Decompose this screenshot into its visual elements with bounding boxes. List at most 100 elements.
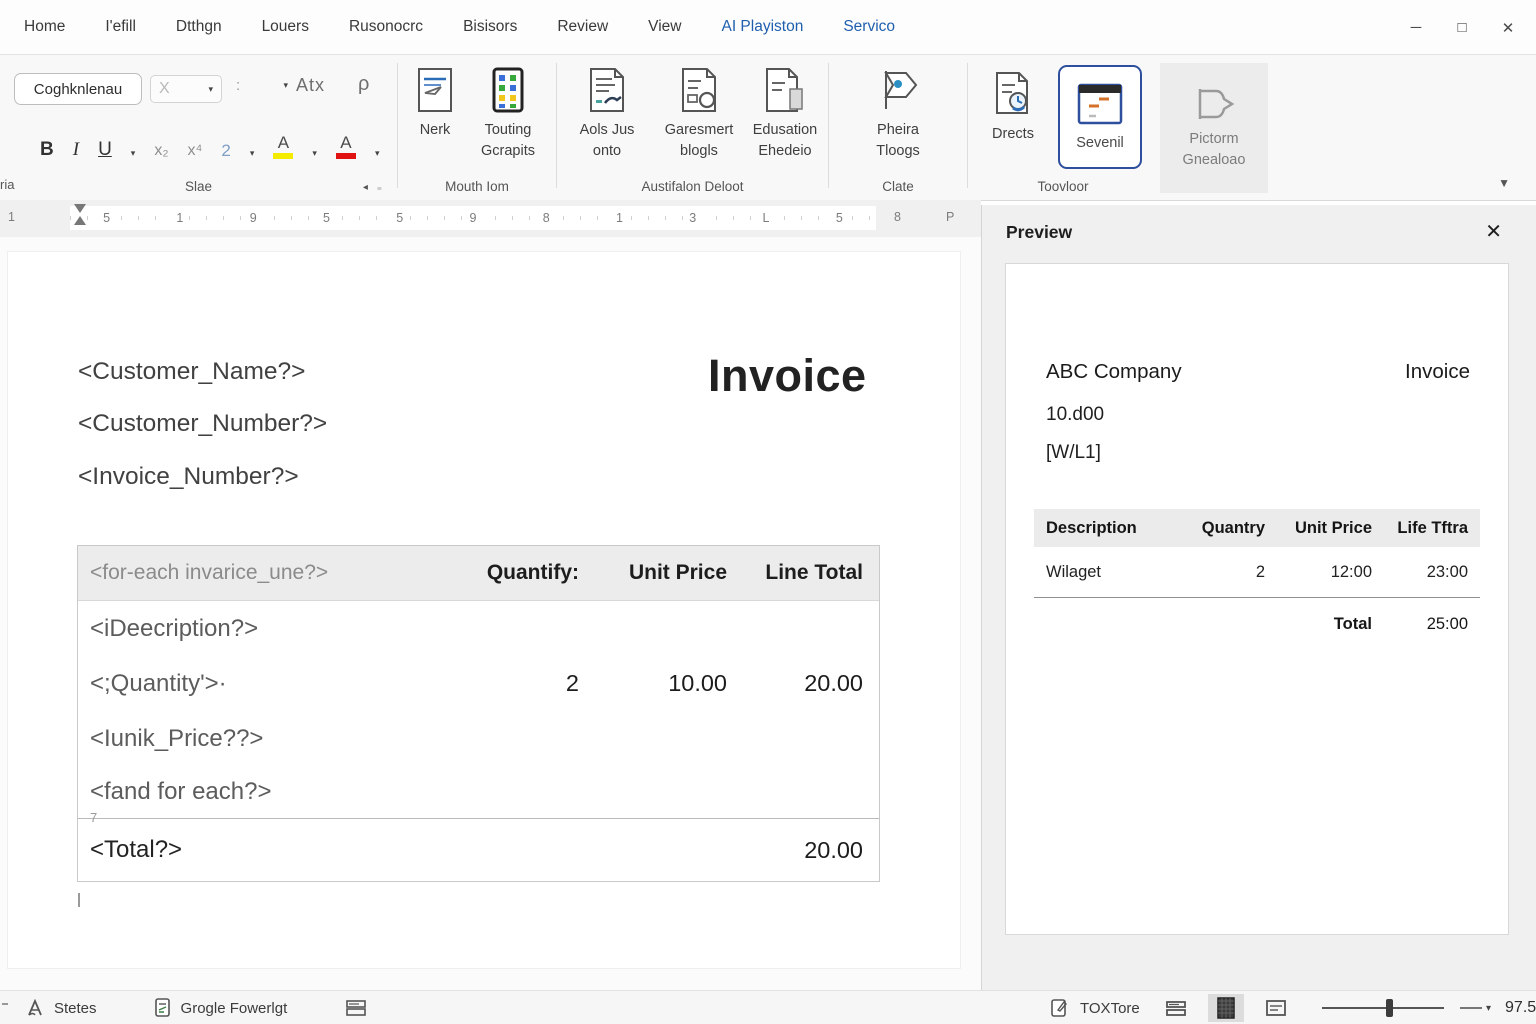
clear-format-button[interactable]: ρ xyxy=(358,73,369,96)
spacing-combo[interactable]: : ▾ xyxy=(236,77,288,94)
font-size-glyph: X xyxy=(159,80,170,97)
garesmert-blogls-button[interactable]: Garesmert blogls xyxy=(653,67,745,162)
highlight-chevron-icon[interactable]: ▾ xyxy=(312,148,317,159)
document-box-icon xyxy=(763,67,807,113)
change-case-button[interactable]: Atx xyxy=(296,75,325,96)
menu-view[interactable]: View xyxy=(648,18,681,36)
nerk-button[interactable]: Nerk xyxy=(400,67,470,141)
nerk-label: Nerk xyxy=(419,122,451,138)
underline-button[interactable]: U xyxy=(98,140,112,159)
font-color-chevron-icon[interactable]: ▾ xyxy=(375,148,380,159)
subscript-button[interactable]: x⁴ xyxy=(188,143,203,159)
menu-ai-playiston[interactable]: AI Playiston xyxy=(721,18,803,36)
maximize-button[interactable]: □ xyxy=(1452,19,1472,36)
ribbon: ria Coghknlenau X ▾ : ▾ Atx ρ B I U ▾ x₂… xyxy=(0,55,1536,201)
italic-button[interactable]: I xyxy=(73,140,79,159)
status-language-button[interactable]: Grogle Fowerlgt xyxy=(153,998,288,1018)
status-language-label: Grogle Fowerlgt xyxy=(180,999,288,1017)
status-toxtore-label: TOXTore xyxy=(1080,999,1140,1017)
close-button[interactable]: ✕ xyxy=(1498,19,1518,37)
font-color-letter: A xyxy=(340,133,352,152)
touting-gcrapits-button[interactable]: Touting Gcrapits xyxy=(464,67,552,162)
preview-panel: Preview ✕ ABC Company Invoice 10.d00 [W/… xyxy=(982,205,1536,990)
font-name-combo[interactable]: Coghknlenau xyxy=(14,73,142,105)
document-page[interactable]: <Customer_Name?> Invoice <Customer_Numbe… xyxy=(8,252,960,968)
menu-review[interactable]: Review xyxy=(557,18,608,36)
highlight-color-bar xyxy=(273,153,294,159)
menu-design[interactable]: Dtthgn xyxy=(176,18,222,36)
nerk-icon xyxy=(415,67,455,113)
zoom-value: 97.5 xyxy=(1505,999,1536,1016)
preview-line-2: 10.d00 xyxy=(1046,404,1105,425)
banner-arrow-icon xyxy=(1192,85,1236,123)
zoom-control: ▾ 97.5 xyxy=(1322,991,1536,1024)
zoom-dash xyxy=(1460,1007,1482,1009)
pictorm-gnealoao-label: Pictorm Gnealoao xyxy=(1182,130,1246,168)
sevenil-button-selected[interactable]: Sevenil xyxy=(1058,65,1142,169)
status-toxtore-button[interactable]: TOXTore xyxy=(1050,998,1140,1018)
text-effects-chevron-icon[interactable]: ▾ xyxy=(250,148,255,159)
status-display-button[interactable] xyxy=(345,999,367,1017)
garesmert-blogls-label: Garesmert blogls xyxy=(664,122,734,160)
underline-chevron-icon[interactable]: ▾ xyxy=(131,148,136,159)
format-buttons-row: B I U ▾ x₂ x⁴ 2 ▾ A ▾ A ▾ xyxy=(40,125,379,159)
status-stetes-button[interactable]: Stetes xyxy=(26,999,97,1017)
aols-jus-onto-button[interactable]: Aols Jus onto xyxy=(565,67,649,162)
mouth-iom-group: Nerk Touting Gcrapits Mouth Iom xyxy=(398,55,556,200)
font-color-button[interactable]: A xyxy=(335,133,356,159)
preview-document: ABC Company Invoice 10.d00 [W/L1] Descri… xyxy=(1005,263,1509,935)
minimize-button[interactable]: ─ xyxy=(1406,19,1426,36)
bold-button[interactable]: B xyxy=(40,140,54,159)
strikethrough-button[interactable]: x₂ xyxy=(154,143,168,159)
edusation-ehedeio-label: Edusation Ehedeio xyxy=(752,122,818,160)
preview-line-3: [W/L1] xyxy=(1046,442,1101,463)
page-flip-icon xyxy=(26,999,46,1017)
zoom-slider[interactable] xyxy=(1322,999,1444,1017)
placeholder-customer-number: <Customer_Number?> xyxy=(78,410,328,437)
menu-home[interactable]: Home xyxy=(24,18,65,36)
menu-insert[interactable]: I'efill xyxy=(105,18,136,36)
print-layout-button[interactable] xyxy=(1208,994,1244,1022)
font-size-combo[interactable]: X ▾ xyxy=(150,75,222,103)
placeholder-customer-name: <Customer_Name?> xyxy=(78,358,306,385)
preview-table-row: Wilaget 2 12:00 23:00 xyxy=(1034,547,1480,598)
indent-marker[interactable] xyxy=(74,204,86,232)
zoom-slider-handle[interactable] xyxy=(1386,999,1393,1017)
view-switcher xyxy=(1158,991,1294,1024)
preview-total-row: Total 25:00 xyxy=(1333,614,1468,633)
drects-button[interactable]: Drects xyxy=(974,71,1052,145)
document-pane: <Customer_Name?> Invoice <Customer_Numbe… xyxy=(0,237,981,990)
sevenil-label: Sevenil xyxy=(1076,135,1124,151)
zoom-chevron-icon[interactable]: ▾ xyxy=(1486,1003,1491,1014)
ruler-number: 1 xyxy=(8,210,15,224)
ruler-number: 8 xyxy=(894,210,901,224)
invoice-table-header: <for-each invarice_une?> Quantify: Unit … xyxy=(78,546,879,601)
font-group-dialog-launcher[interactable]: ◂ ₌ xyxy=(363,182,385,193)
ribbon-collapse-button[interactable]: ▼ xyxy=(1498,176,1510,190)
preview-close-button[interactable]: ✕ xyxy=(1485,219,1502,244)
pheira-tloogs-label: Pheira Tloogs xyxy=(876,122,920,160)
menu-layout[interactable]: Louers xyxy=(262,18,309,36)
toovloor-group-label: Toovloor xyxy=(1037,179,1089,194)
pheira-tloogs-button[interactable]: Pheira Tloogs xyxy=(853,67,943,162)
menu-servico[interactable]: Servico xyxy=(843,18,895,36)
document-clock-icon xyxy=(991,71,1035,117)
status-stetes-label: Stetes xyxy=(54,999,97,1017)
highlight-color-button[interactable]: A xyxy=(273,134,294,159)
preview-company: ABC Company xyxy=(1046,360,1182,383)
read-mode-button[interactable] xyxy=(1158,994,1194,1022)
menu-mailings[interactable]: Bisisors xyxy=(463,18,517,36)
preview-title: Preview xyxy=(1006,222,1073,242)
preview-invoice-title: Invoice xyxy=(1405,360,1470,383)
chevron-down-icon: ▾ xyxy=(283,80,288,90)
drects-label: Drects xyxy=(992,126,1034,142)
menu-references[interactable]: Rusonocrc xyxy=(349,18,423,36)
web-layout-button[interactable] xyxy=(1258,994,1294,1022)
edusation-ehedeio-button[interactable]: Edusation Ehedeio xyxy=(743,67,827,162)
pictorm-gnealoao-button[interactable]: Pictorm Gnealoao xyxy=(1160,63,1268,193)
text-cursor-mark xyxy=(78,893,80,907)
font-group-label: Slae xyxy=(184,179,213,194)
aols-jus-onto-label: Aols Jus onto xyxy=(579,122,635,160)
ruler-scale: 5 1 9 5 5 9 8 1 3 L 5 xyxy=(70,206,876,230)
text-effects-button[interactable]: 2 xyxy=(221,142,230,159)
